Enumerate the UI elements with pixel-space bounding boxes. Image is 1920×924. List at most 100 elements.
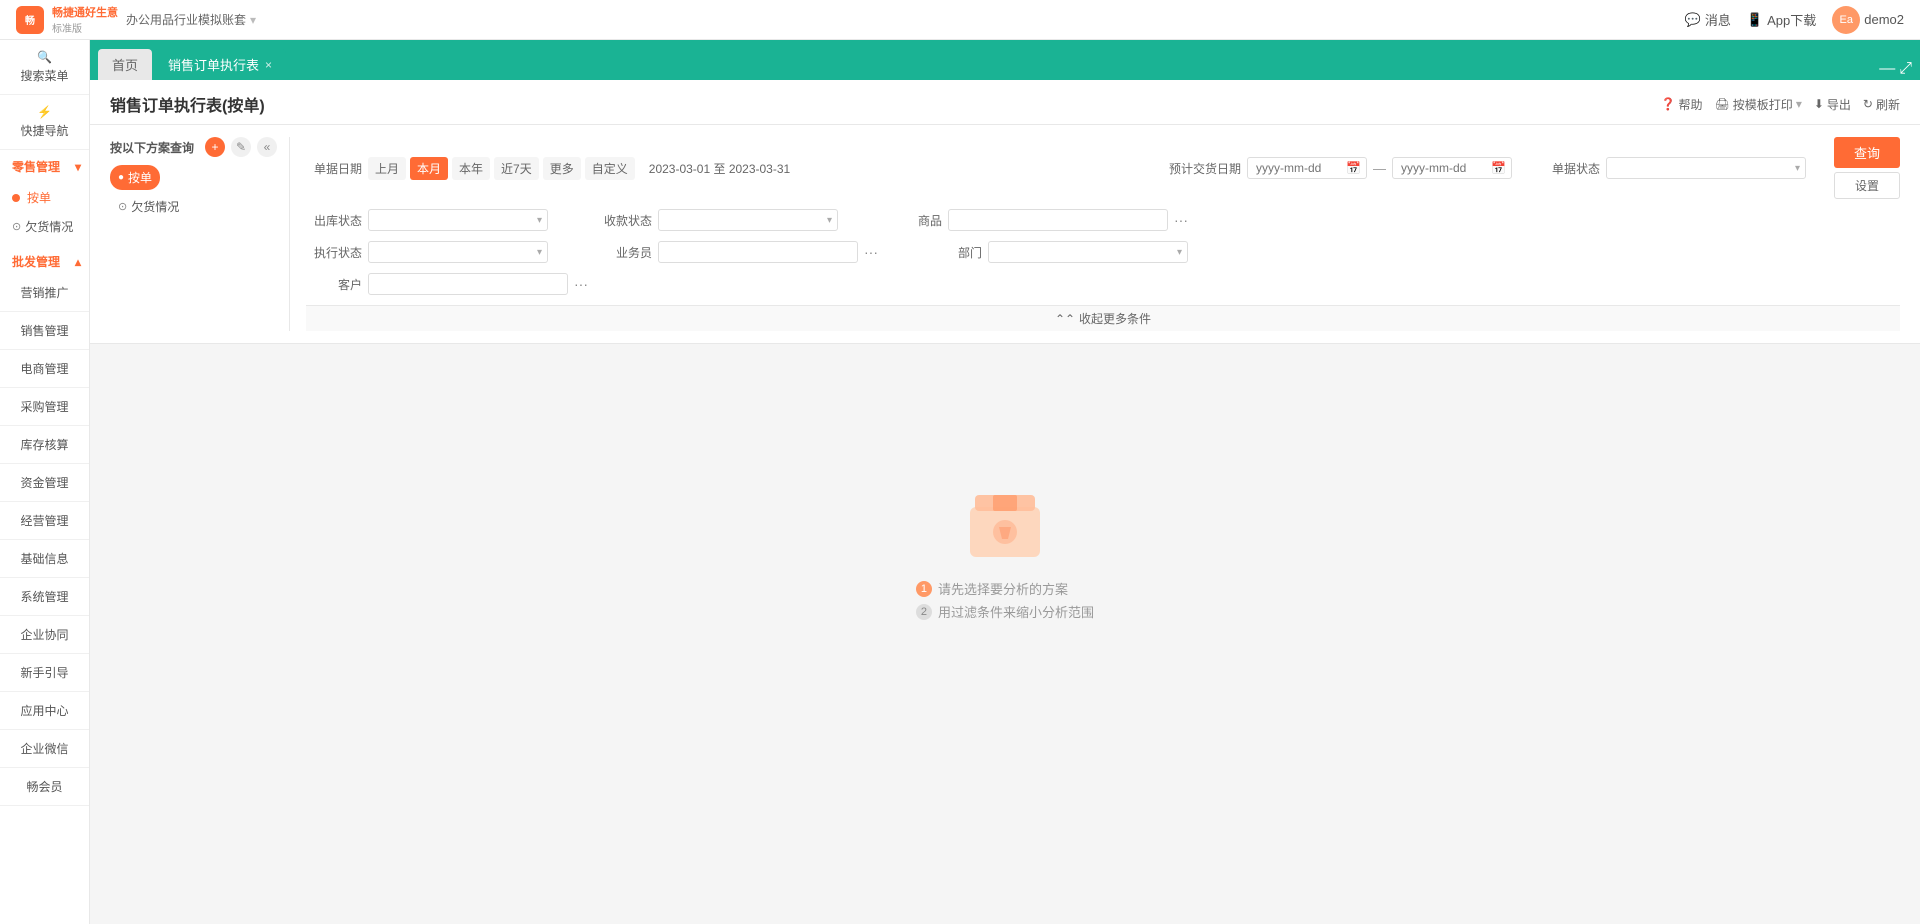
- tab-sales-order[interactable]: 销售订单执行表 ×: [154, 49, 286, 80]
- scheme-header: 按以下方案查询 + ✎ «: [110, 137, 277, 157]
- date-custom[interactable]: 自定义: [585, 157, 635, 180]
- tab-minimize-icon[interactable]: —: [1879, 60, 1895, 78]
- logo-icon: 畅: [16, 6, 44, 34]
- query-button[interactable]: 查询: [1834, 137, 1900, 168]
- calendar-end-icon: 📅: [1491, 161, 1506, 175]
- breadcrumb[interactable]: 办公用品行业模拟账套 ▾: [126, 11, 256, 28]
- sidebar-item-purchase[interactable]: 采购管理: [0, 388, 89, 426]
- sidebar-item-wechat[interactable]: 企业微信: [0, 730, 89, 768]
- sidebar-item-system[interactable]: 系统管理: [0, 578, 89, 616]
- filter-row-4: 客户 ···: [306, 273, 1900, 295]
- scheme-selector: 按以下方案查询 + ✎ «: [110, 137, 290, 331]
- message-button[interactable]: 💬 消息: [1685, 10, 1731, 29]
- export-button[interactable]: ⬇ 导出: [1814, 96, 1851, 113]
- filter-row-1: 单据日期 上月 本月 本年 近7天 更多 自定义 2023-03-01 至 20…: [306, 137, 1900, 199]
- calendar-start-icon: 📅: [1346, 161, 1361, 175]
- main-layout: 🔍 搜索菜单 ⚡ 快捷导航 零售管理 ▾ 按单 ⊙ 欠货情况 批发管理 ▴ 营销: [0, 40, 1920, 924]
- sub-scheme[interactable]: ⊙ 欠货情况: [110, 194, 277, 219]
- date-options: 上月 本月 本年 近7天 更多 自定义: [368, 157, 635, 180]
- filter-status: 单据状态 ▾: [1544, 157, 1806, 179]
- out-status-select[interactable]: [368, 209, 548, 231]
- sidebar-wholesale-header[interactable]: 批发管理 ▴: [0, 245, 89, 274]
- tab-close-icon[interactable]: ×: [265, 58, 272, 72]
- dept-select[interactable]: [988, 241, 1188, 263]
- tab-bar-actions: — ⤢: [1879, 60, 1912, 80]
- shortcut-icon: ⚡: [37, 105, 52, 119]
- refresh-button[interactable]: ↻ 刷新: [1863, 96, 1900, 113]
- sub-scheme-icon: ⊙: [118, 200, 127, 213]
- sidebar-item-newbie[interactable]: 新手引导: [0, 654, 89, 692]
- empty-hint-2: 2 用过滤条件来缩小分析范围: [916, 602, 1094, 621]
- download-icon: 📱: [1747, 12, 1763, 28]
- collapse-scheme-button[interactable]: «: [257, 137, 277, 157]
- download-button[interactable]: 📱 App下载: [1747, 10, 1816, 29]
- page-actions: ❓ 帮助 🖨 按模板打印 ▾ ⬇ 导出 ↻: [1661, 96, 1900, 113]
- status-select-wrapper: ▾: [1606, 157, 1806, 179]
- sidebar-item-search[interactable]: 🔍 搜索菜单: [0, 40, 89, 95]
- sidebar-item-finance[interactable]: 资金管理: [0, 464, 89, 502]
- sidebar-retail-header[interactable]: 零售管理 ▾: [0, 150, 89, 179]
- date-7days[interactable]: 近7天: [494, 157, 539, 180]
- salesman-more-icon[interactable]: ···: [864, 244, 878, 260]
- sidebar-item-enterprise[interactable]: 企业协同: [0, 616, 89, 654]
- query-btn-area: 查询 设置: [1834, 137, 1900, 199]
- add-scheme-button[interactable]: +: [205, 137, 225, 157]
- customer-more-icon[interactable]: ···: [574, 276, 588, 292]
- sidebar-item-ecommerce[interactable]: 电商管理: [0, 350, 89, 388]
- filter-dept: 部门 ▾: [926, 241, 1188, 263]
- sidebar-wholesale-label: 批发管理: [12, 253, 60, 270]
- help-button[interactable]: ❓ 帮助: [1661, 96, 1703, 113]
- sidebar-retail-label: 零售管理: [12, 158, 60, 175]
- sidebar-item-basic[interactable]: 基础信息: [0, 540, 89, 578]
- sidebar-item-shortcut[interactable]: ⚡ 快捷导航: [0, 95, 89, 150]
- settings-button[interactable]: 设置: [1834, 172, 1900, 199]
- sidebar-item-business[interactable]: 经营管理: [0, 502, 89, 540]
- collect-status-wrapper: ▾: [658, 209, 838, 231]
- out-status-wrapper: ▾: [368, 209, 548, 231]
- empty-state: 1 请先选择要分析的方案 2 用过滤条件来缩小分析范围: [90, 344, 1920, 744]
- edit-scheme-button[interactable]: ✎: [231, 137, 251, 157]
- exec-status-wrapper: ▾: [368, 241, 548, 263]
- collapse-up-icon: ⌃⌃: [1055, 312, 1075, 326]
- salesman-input[interactable]: [658, 241, 858, 263]
- collapse-filters-button[interactable]: ⌃⌃ 收起更多条件: [306, 305, 1900, 331]
- empty-illustration: [955, 467, 1055, 567]
- active-dot-icon: [12, 194, 20, 202]
- exec-status-select[interactable]: [368, 241, 548, 263]
- date-more[interactable]: 更多: [543, 157, 581, 180]
- search-panel: 按以下方案查询 + ✎ «: [90, 125, 1920, 344]
- page-title: 销售订单执行表(按单): [110, 92, 265, 116]
- sidebar-item-apps[interactable]: 应用中心: [0, 692, 89, 730]
- date-last-month[interactable]: 上月: [368, 157, 406, 180]
- sidebar-item-sales[interactable]: 销售管理: [0, 312, 89, 350]
- tab-maximize-icon[interactable]: ⤢: [1899, 60, 1912, 78]
- sidebar-item-member[interactable]: 畅会员: [0, 768, 89, 806]
- hint-number-2: 2: [916, 604, 932, 620]
- top-bar-left: 畅 畅捷通好生意 标准版 办公用品行业模拟账套 ▾: [16, 4, 256, 35]
- product-more-icon[interactable]: ···: [1174, 212, 1188, 228]
- edit-icon: ✎: [236, 140, 246, 154]
- customer-input[interactable]: [368, 273, 568, 295]
- sidebar-sub-order[interactable]: 按单: [0, 183, 89, 212]
- collect-status-select[interactable]: [658, 209, 838, 231]
- print-button[interactable]: 🖨 按模板打印 ▾: [1715, 96, 1802, 113]
- date-this-month[interactable]: 本月: [410, 157, 448, 180]
- active-scheme[interactable]: ● 按单: [110, 165, 160, 190]
- product-input[interactable]: [948, 209, 1168, 231]
- empty-box-svg: [955, 467, 1055, 567]
- date-this-year[interactable]: 本年: [452, 157, 490, 180]
- filter-row-3: 执行状态 ▾ 业务员 ···: [306, 241, 1900, 263]
- scheme-dot-icon: ●: [118, 172, 124, 183]
- status-select[interactable]: [1606, 157, 1806, 179]
- sidebar-item-inventory[interactable]: 库存核算: [0, 426, 89, 464]
- user-profile[interactable]: Ea demo2: [1832, 6, 1904, 34]
- tab-home[interactable]: 首页: [98, 49, 152, 80]
- page-title-row: 销售订单执行表(按单) ❓ 帮助 🖨 按模板打印 ▾ ⬇: [110, 92, 1900, 124]
- filter-salesman: 业务员 ···: [596, 241, 878, 263]
- sidebar: 🔍 搜索菜单 ⚡ 快捷导航 零售管理 ▾ 按单 ⊙ 欠货情况 批发管理 ▴ 营销: [0, 40, 90, 924]
- page-header: 销售订单执行表(按单) ❓ 帮助 🖨 按模板打印 ▾ ⬇: [90, 80, 1920, 125]
- teal-bar: 首页 销售订单执行表 × — ⤢: [90, 40, 1920, 80]
- sidebar-sub-debt[interactable]: ⊙ 欠货情况: [0, 212, 89, 241]
- sidebar-item-marketing[interactable]: 营销推广: [0, 274, 89, 312]
- sidebar-retail-sub: 按单 ⊙ 欠货情况: [0, 179, 89, 245]
